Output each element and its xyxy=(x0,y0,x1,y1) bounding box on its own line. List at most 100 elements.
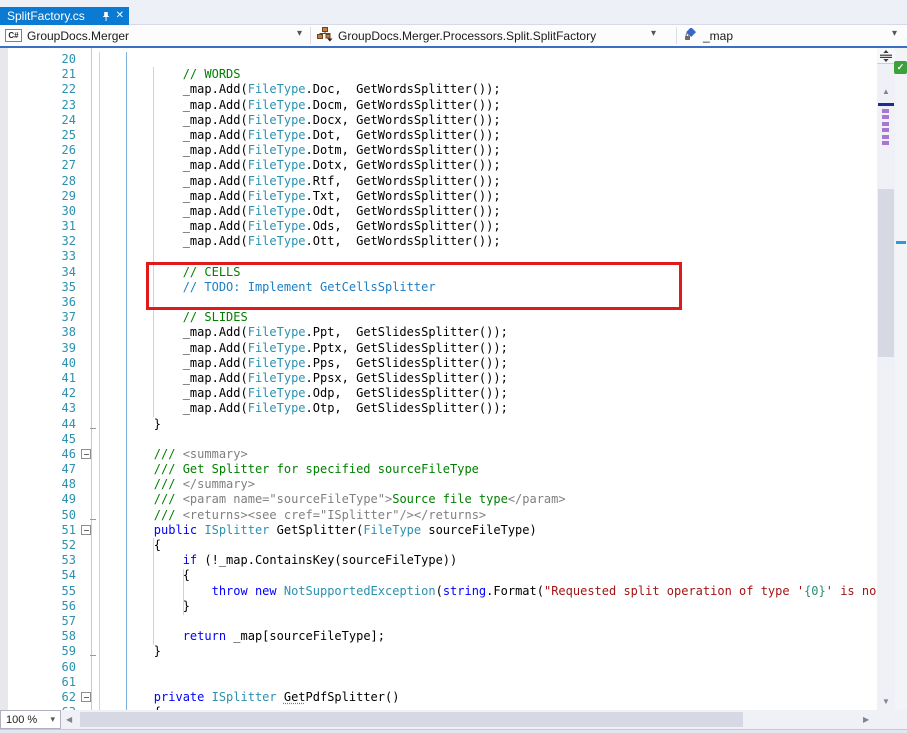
code-text: /// <param name="sourceFileType">Source … xyxy=(96,492,566,507)
zoom-level-value: 100 % xyxy=(6,713,38,726)
code-line[interactable]: 42 _map.Add(FileType.Odp, GetSlidesSplit… xyxy=(0,386,877,401)
fold-margin xyxy=(76,508,96,523)
code-line[interactable]: 40 _map.Add(FileType.Pps, GetSlidesSplit… xyxy=(0,356,877,371)
class-icon xyxy=(317,26,333,45)
code-editor[interactable]: 20 21 // WORDS 22 _map.Add(FileType.Doc, G… xyxy=(0,48,877,710)
code-line[interactable]: 20 xyxy=(0,52,877,67)
code-line[interactable]: 47 /// Get Splitter for specified source… xyxy=(0,462,877,477)
code-line[interactable]: 44 } xyxy=(0,417,877,432)
code-line[interactable]: 46 /// <summary> xyxy=(0,447,877,462)
vertical-scrollbar[interactable]: ▲ ▼ xyxy=(877,48,895,710)
code-line[interactable]: 23 _map.Add(FileType.Docm, GetWordsSplit… xyxy=(0,98,877,113)
code-line[interactable]: 57 xyxy=(0,614,877,629)
close-icon[interactable]: ✕ xyxy=(116,11,124,21)
fold-collapse-button[interactable] xyxy=(81,524,91,535)
code-line[interactable]: 32 _map.Add(FileType.Ott, GetWordsSplitt… xyxy=(0,234,877,249)
code-text: // SLIDES xyxy=(96,310,248,325)
code-text: _map.Add(FileType.Odt, GetWordsSplitter(… xyxy=(96,203,501,218)
type-dropdown[interactable]: GroupDocs.Merger.Processors.Split.SplitF… xyxy=(312,25,676,46)
code-line[interactable]: 48 /// </summary> xyxy=(0,477,877,492)
code-line[interactable]: 27 _map.Add(FileType.Dotx, GetWordsSplit… xyxy=(0,158,877,173)
fold-region-end-mark xyxy=(90,655,96,657)
editor-split-handle[interactable] xyxy=(877,48,895,64)
code-text: _map.Add(FileType.Ods, GetWordsSplitter(… xyxy=(96,219,501,234)
line-number: 25 xyxy=(61,127,76,142)
code-text: /// <summary> xyxy=(96,446,248,461)
code-line[interactable]: 45 xyxy=(0,432,877,447)
code-line[interactable]: 21 // WORDS xyxy=(0,67,877,82)
fold-margin xyxy=(76,401,96,416)
fold-margin xyxy=(76,553,96,568)
code-line[interactable]: 31 _map.Add(FileType.Ods, GetWordsSplitt… xyxy=(0,219,877,234)
code-line[interactable]: 51 public ISplitter GetSplitter(FileType… xyxy=(0,523,877,538)
code-line[interactable]: 24 _map.Add(FileType.Docx, GetWordsSplit… xyxy=(0,113,877,128)
line-number: 62 xyxy=(61,689,76,704)
fold-margin xyxy=(76,568,96,583)
code-line[interactable]: 50 /// <returns><see cref="ISplitter"/><… xyxy=(0,508,877,523)
code-line[interactable]: 22 _map.Add(FileType.Doc, GetWordsSplitt… xyxy=(0,82,877,97)
code-line[interactable]: 54 { xyxy=(0,568,877,583)
code-line[interactable]: 49 /// <param name="sourceFileType">Sour… xyxy=(0,492,877,507)
pin-icon[interactable] xyxy=(101,11,111,22)
line-number: 35 xyxy=(61,279,76,294)
fold-margin xyxy=(76,356,96,371)
scroll-up-arrow[interactable]: ▲ xyxy=(877,87,895,96)
code-text: _map.Add(FileType.Docm, GetWordsSplitter… xyxy=(96,97,501,112)
horizontal-scrollbar-thumb[interactable] xyxy=(80,712,743,727)
code-line[interactable]: 28 _map.Add(FileType.Rtf, GetWordsSplitt… xyxy=(0,174,877,189)
code-line[interactable]: 53 if (!_map.ContainsKey(sourceFileType)… xyxy=(0,553,877,568)
fold-margin xyxy=(76,492,96,507)
line-number: 44 xyxy=(61,416,76,431)
fold-collapse-button[interactable] xyxy=(81,448,91,459)
scroll-right-arrow[interactable]: ▶ xyxy=(863,710,869,729)
fold-margin xyxy=(76,599,96,614)
code-line[interactable]: 59 } xyxy=(0,644,877,659)
tab-splitfactory[interactable]: SplitFactory.cs ✕ xyxy=(0,7,129,25)
code-line[interactable]: 37 // SLIDES xyxy=(0,310,877,325)
code-line[interactable]: 55 throw new NotSupportedException(strin… xyxy=(0,584,877,599)
project-dropdown[interactable]: C# GroupDocs.Merger ▾ xyxy=(0,25,310,46)
code-line[interactable]: 39 _map.Add(FileType.Pptx, GetSlidesSpli… xyxy=(0,341,877,356)
member-dropdown[interactable]: _map ▾ xyxy=(678,25,907,46)
fold-margin xyxy=(76,219,96,234)
code-line[interactable]: 58 return _map[sourceFileType]; xyxy=(0,629,877,644)
code-line[interactable]: 26 _map.Add(FileType.Dotm, GetWordsSplit… xyxy=(0,143,877,158)
code-line[interactable]: 62 private ISplitter GetPdfSplitter() xyxy=(0,690,877,705)
code-line[interactable]: 43 _map.Add(FileType.Otp, GetSlidesSplit… xyxy=(0,401,877,416)
code-line[interactable]: 41 _map.Add(FileType.Ppsx, GetSlidesSpli… xyxy=(0,371,877,386)
code-line[interactable]: 61 xyxy=(0,675,877,690)
code-text: _map.Add(FileType.Dotx, GetWordsSplitter… xyxy=(96,158,501,173)
scrollbar-navy-mark xyxy=(878,103,894,106)
fold-margin xyxy=(76,158,96,173)
code-line[interactable]: 25 _map.Add(FileType.Dot, GetWordsSplitt… xyxy=(0,128,877,143)
scroll-down-arrow[interactable]: ▼ xyxy=(877,697,895,706)
scrollbar-purple-mark xyxy=(882,109,889,113)
fold-margin xyxy=(76,189,96,204)
line-number: 30 xyxy=(61,203,76,218)
code-line[interactable]: 60 xyxy=(0,660,877,675)
code-line[interactable]: 29 _map.Add(FileType.Txt, GetWordsSplitt… xyxy=(0,189,877,204)
tab-title: SplitFactory.cs xyxy=(7,9,85,23)
code-line[interactable]: 38 _map.Add(FileType.Ppt, GetSlidesSplit… xyxy=(0,325,877,340)
fold-margin xyxy=(76,204,96,219)
code-text: public ISplitter GetSplitter(FileType so… xyxy=(96,522,537,537)
vertical-scrollbar-thumb[interactable] xyxy=(878,189,894,357)
fold-margin xyxy=(76,538,96,553)
code-text: _map.Add(FileType.Pptx, GetSlidesSplitte… xyxy=(96,340,508,355)
fold-region-end-mark xyxy=(90,518,96,520)
zoom-level-dropdown[interactable]: 100 % ▾ xyxy=(0,710,61,729)
window-bottom-edge xyxy=(0,729,907,733)
line-number: 33 xyxy=(61,249,76,264)
line-number: 61 xyxy=(61,674,76,689)
code-text: _map.Add(FileType.Otp, GetSlidesSplitter… xyxy=(96,401,508,416)
fold-margin xyxy=(76,234,96,249)
code-line[interactable]: 30 _map.Add(FileType.Odt, GetWordsSplitt… xyxy=(0,204,877,219)
fold-margin xyxy=(76,523,96,538)
code-line[interactable]: 52 { xyxy=(0,538,877,553)
file-health-check-icon[interactable]: ✓ xyxy=(894,61,907,74)
scroll-left-arrow[interactable]: ◀ xyxy=(66,710,72,729)
code-text: _map.Add(FileType.Dotm, GetWordsSplitter… xyxy=(96,143,501,158)
code-line[interactable]: 56 } xyxy=(0,599,877,614)
line-number: 31 xyxy=(61,219,76,234)
fold-collapse-button[interactable] xyxy=(81,691,91,702)
